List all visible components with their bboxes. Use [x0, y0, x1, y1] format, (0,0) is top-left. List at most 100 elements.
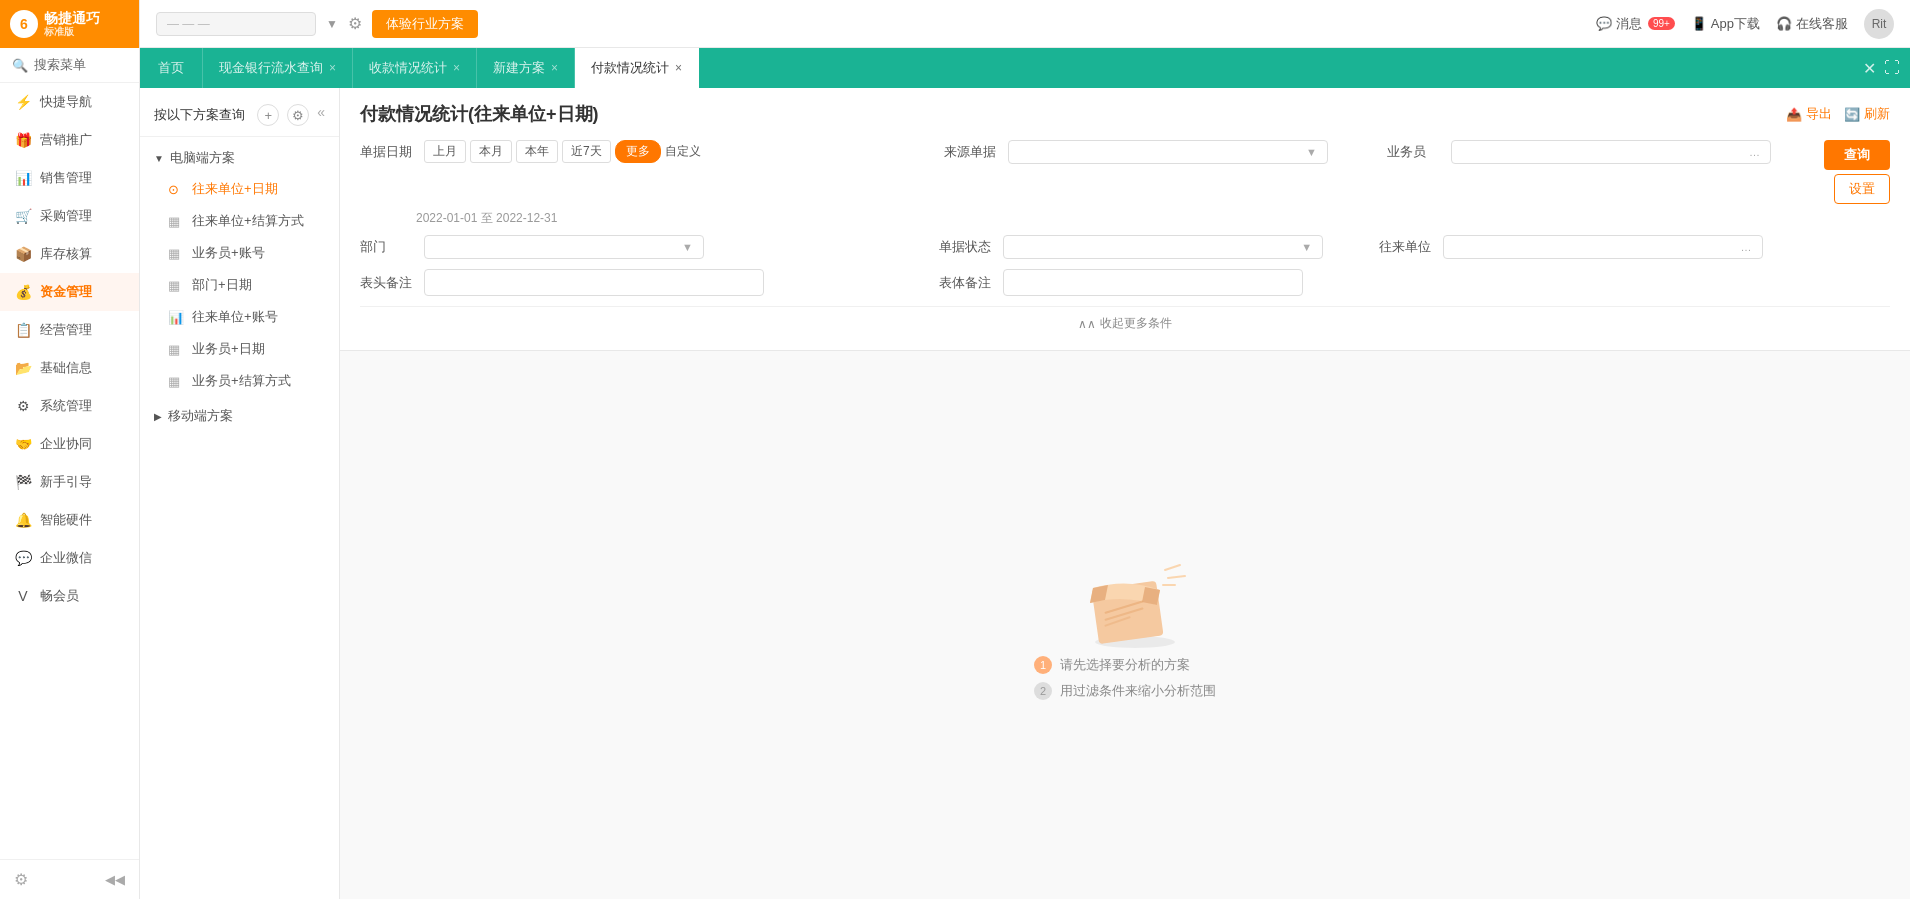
body-note-input[interactable]: [1003, 269, 1303, 296]
hint-number-2: 2: [1034, 682, 1052, 700]
sidebar-item-label: 智能硬件: [40, 511, 92, 529]
sidebar-item-basic[interactable]: 📂 基础信息: [0, 349, 139, 387]
sidebar-search[interactable]: 🔍 搜索菜单: [0, 48, 139, 83]
filter-group-source: 来源单据 ▼: [944, 140, 1367, 164]
tab-expand-icon[interactable]: ⛶: [1884, 59, 1900, 77]
staff-arrow-icon: …: [1749, 146, 1760, 158]
export-icon: 📤: [1786, 107, 1802, 122]
hardware-icon: 🔔: [14, 512, 32, 528]
sidebar-item-business[interactable]: 📋 经营管理: [0, 311, 139, 349]
tab-new-scheme[interactable]: 新建方案 ×: [477, 48, 575, 88]
date-more-btn[interactable]: 更多: [615, 140, 661, 163]
tab-close-all-icon[interactable]: ✕: [1863, 59, 1876, 78]
sidebar-item-inventory[interactable]: 📦 库存核算: [0, 235, 139, 273]
doc-status-select[interactable]: ▼: [1003, 235, 1323, 259]
receipt-stats-tab-close-icon[interactable]: ×: [453, 61, 460, 75]
header-note-input[interactable]: [424, 269, 764, 296]
scheme-group-desktop-title[interactable]: ▼ 电脑端方案: [140, 143, 339, 173]
tabbar: 首页 现金银行流水查询 × 收款情况统计 × 新建方案 × 付款情况统计 × ✕…: [140, 48, 1910, 88]
source-label: 来源单据: [944, 143, 1000, 161]
address-chevron-icon[interactable]: ▼: [326, 17, 338, 31]
scheme-item-unit-date[interactable]: ⊙ 往来单位+日期: [140, 173, 339, 205]
tab-receipt-stats[interactable]: 收款情况统计 ×: [353, 48, 477, 88]
sidebar-item-wechat[interactable]: 💬 企业微信: [0, 539, 139, 577]
filter-settings-btn[interactable]: 设置: [1834, 174, 1890, 204]
topbar: — — — ▼ ⚙ 体验行业方案 💬 消息 99+ 📱 App下载 🎧 在线客服…: [140, 0, 1910, 48]
scheme-add-btn[interactable]: +: [257, 104, 279, 126]
sidebar-item-hardware[interactable]: 🔔 智能硬件: [0, 501, 139, 539]
date-last-month-btn[interactable]: 上月: [424, 140, 466, 163]
scheme-item-grid-icon: ▦: [168, 214, 184, 229]
export-btn[interactable]: 📤 导出: [1786, 105, 1832, 123]
filter-group-doc-status: 单据状态 ▼: [939, 235, 1358, 259]
trial-btn[interactable]: 体验行业方案: [372, 10, 478, 38]
scheme-group-mobile-title[interactable]: ▶ 移动端方案: [140, 401, 339, 431]
empty-hints: 1 请先选择要分析的方案 2 用过滤条件来缩小分析范围: [1034, 656, 1216, 700]
staff-select[interactable]: …: [1451, 140, 1771, 164]
scheme-item-staff-account[interactable]: ▦ 业务员+账号: [140, 237, 339, 269]
topbar-gear-icon[interactable]: ⚙: [348, 14, 362, 33]
partner-select[interactable]: …: [1443, 235, 1763, 259]
source-select[interactable]: ▼: [1008, 140, 1328, 164]
scheme-item-staff-date[interactable]: ▦ 业务员+日期: [140, 333, 339, 365]
sidebar-item-label: 畅会员: [40, 587, 79, 605]
filter-area: 付款情况统计(往来单位+日期) 📤 导出 🔄 刷新: [340, 88, 1910, 899]
refresh-btn[interactable]: 🔄 刷新: [1844, 105, 1890, 123]
sidebar-item-system[interactable]: ⚙ 系统管理: [0, 387, 139, 425]
app-sub: 标准版: [44, 26, 100, 38]
wechat-icon: 💬: [14, 550, 32, 566]
tab-payment-stats[interactable]: 付款情况统计 ×: [575, 48, 699, 88]
sidebar-item-sales[interactable]: 📊 销售管理: [0, 159, 139, 197]
scheme-item-label: 往来单位+结算方式: [192, 212, 304, 230]
message-btn[interactable]: 💬 消息 99+: [1596, 15, 1675, 33]
topbar-right: 💬 消息 99+ 📱 App下载 🎧 在线客服 Rit: [1596, 9, 1894, 39]
address-bar[interactable]: — — —: [156, 12, 316, 36]
svg-line-6: [1168, 576, 1185, 578]
date-custom-label[interactable]: 自定义: [665, 143, 701, 160]
main-area: — — — ▼ ⚙ 体验行业方案 💬 消息 99+ 📱 App下载 🎧 在线客服…: [140, 0, 1910, 899]
new-scheme-tab-close-icon[interactable]: ×: [551, 61, 558, 75]
filter-group-header-note: 表头备注: [360, 269, 919, 296]
sidebar-settings-icon[interactable]: ⚙: [14, 870, 28, 889]
tab-bank-flow[interactable]: 现金银行流水查询 ×: [203, 48, 353, 88]
payment-stats-tab-close-icon[interactable]: ×: [675, 61, 682, 75]
message-icon: 💬: [1596, 16, 1612, 31]
sidebar-item-purchase[interactable]: 🛒 采购管理: [0, 197, 139, 235]
content-area: 按以下方案查询 + ⚙ « ▼ 电脑端方案 ⊙: [140, 88, 1910, 899]
filter-group-staff: 业务员 …: [1387, 140, 1810, 164]
scheme-item-unit-account[interactable]: 📊 往来单位+账号: [140, 301, 339, 333]
tab-home[interactable]: 首页: [140, 48, 203, 88]
scheme-item-staff-settle[interactable]: ▦ 业务员+结算方式: [140, 365, 339, 397]
collapse-conditions-btn[interactable]: ∧∧ 收起更多条件: [360, 306, 1890, 340]
user-avatar[interactable]: Rit: [1864, 9, 1894, 39]
system-icon: ⚙: [14, 398, 32, 414]
receipt-stats-tab-label: 收款情况统计: [369, 59, 447, 77]
date-this-month-btn[interactable]: 本月: [470, 140, 512, 163]
sidebar-collapse-icon[interactable]: ◀◀: [105, 872, 125, 887]
filter-group-date: 单据日期 上月 本月 本年 近7天 更多 自定义: [360, 140, 924, 163]
sidebar-item-member[interactable]: V 畅会员: [0, 577, 139, 615]
sidebar-item-enterprise[interactable]: 🤝 企业协同: [0, 425, 139, 463]
scheme-settings-btn[interactable]: ⚙: [287, 104, 309, 126]
date-this-year-btn[interactable]: 本年: [516, 140, 558, 163]
search-label: 搜索菜单: [34, 56, 86, 74]
scheme-item-dept-date[interactable]: ▦ 部门+日期: [140, 269, 339, 301]
scheme-panel-title: 按以下方案查询: [154, 106, 245, 124]
app-download-btn[interactable]: 📱 App下载: [1691, 15, 1760, 33]
sidebar-item-quick-nav[interactable]: ⚡ 快捷导航: [0, 83, 139, 121]
sidebar-item-marketing[interactable]: 🎁 营销推广: [0, 121, 139, 159]
sidebar-item-finance[interactable]: 💰 资金管理: [0, 273, 139, 311]
sidebar-item-label: 采购管理: [40, 207, 92, 225]
data-area: 1 请先选择要分析的方案 2 用过滤条件来缩小分析范围: [340, 351, 1910, 899]
scheme-panel-header: 按以下方案查询 + ⚙ «: [140, 98, 339, 137]
scheme-item-unit-settle[interactable]: ▦ 往来单位+结算方式: [140, 205, 339, 237]
date-last7-btn[interactable]: 近7天: [562, 140, 611, 163]
sidebar-item-guide[interactable]: 🏁 新手引导: [0, 463, 139, 501]
query-btn[interactable]: 查询: [1824, 140, 1890, 170]
refresh-icon: 🔄: [1844, 107, 1860, 122]
bank-flow-tab-close-icon[interactable]: ×: [329, 61, 336, 75]
online-service-btn[interactable]: 🎧 在线客服: [1776, 15, 1848, 33]
scheme-collapse-btn[interactable]: «: [317, 104, 325, 126]
dept-select[interactable]: ▼: [424, 235, 704, 259]
filter-row-3: 表头备注 表体备注: [360, 269, 1890, 296]
